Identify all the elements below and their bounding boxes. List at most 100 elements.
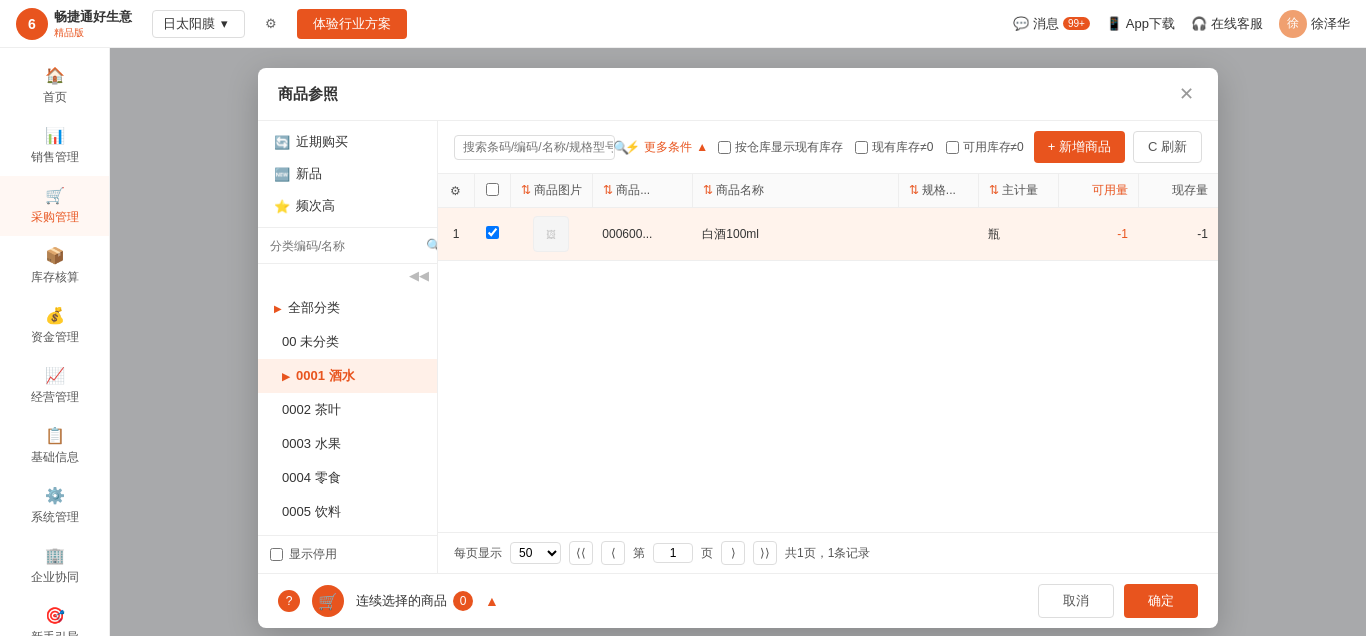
- col-code-header[interactable]: ⇅ 商品...: [592, 174, 692, 208]
- category-search-input[interactable]: [270, 239, 420, 253]
- confirm-button[interactable]: 确定: [1124, 584, 1198, 618]
- category-0003[interactable]: 0003 水果: [258, 427, 437, 461]
- modal-body: 🔄 近期购买 🆕 新品 ⭐ 频次高: [258, 121, 1218, 573]
- sidebar: 🏠 首页 📊 销售管理 🛒 采购管理 📦 库存核算 💰 资金管理 📈 经营管理 …: [0, 48, 110, 636]
- sidebar-item-purchase[interactable]: 🛒 采购管理: [0, 176, 109, 236]
- purchase-icon: 🛒: [45, 186, 65, 205]
- sidebar-item-guide[interactable]: 🎯 新手引导: [0, 596, 109, 636]
- cancel-button[interactable]: 取消: [1038, 584, 1114, 618]
- modal-title: 商品参照: [278, 85, 338, 104]
- sidebar-item-business[interactable]: 📈 经营管理: [0, 356, 109, 416]
- table-header-row: ⚙ ⇅ 商品图片: [438, 174, 1218, 208]
- sort-icon: ⇅: [703, 183, 713, 197]
- total-info: 共1页，1条记录: [785, 545, 870, 562]
- category-0004[interactable]: 0004 零食: [258, 461, 437, 495]
- row-unit: 瓶: [978, 208, 1058, 261]
- product-search-input[interactable]: [463, 140, 613, 154]
- basic-icon: 📋: [45, 426, 65, 445]
- row-name: 白酒100ml: [692, 208, 898, 261]
- frequent-filter[interactable]: ⭐ 频次高: [270, 191, 425, 221]
- search-icon[interactable]: 🔍: [426, 238, 438, 253]
- sidebar-item-enterprise[interactable]: 🏢 企业协同: [0, 536, 109, 596]
- sidebar-item-basic[interactable]: 📋 基础信息: [0, 416, 109, 476]
- category-panel: 🔄 近期购买 🆕 新品 ⭐ 频次高: [258, 121, 438, 573]
- settings-icon[interactable]: ⚙: [257, 10, 285, 38]
- modal-header: 商品参照 ✕: [258, 68, 1218, 121]
- table-row[interactable]: 1 🖼: [438, 208, 1218, 261]
- recent-purchase-filter[interactable]: 🔄 近期购买: [270, 127, 425, 157]
- product-search-box: 🔍: [454, 135, 615, 160]
- show-disabled-label[interactable]: 显示停用: [289, 546, 337, 563]
- settings-icon[interactable]: ⚙: [450, 184, 461, 198]
- filter-icon: ⚡: [625, 140, 640, 154]
- show-disabled-checkbox[interactable]: [270, 548, 283, 561]
- filter-by-warehouse[interactable]: 按仓库显示现有库存: [718, 139, 843, 156]
- online-service-item[interactable]: 🎧 在线客服: [1191, 15, 1263, 33]
- col-avail-header[interactable]: 可用量: [1058, 174, 1138, 208]
- row-checkbox[interactable]: [486, 226, 499, 239]
- col-check-header: [474, 174, 510, 208]
- new-icon: 🆕: [274, 167, 290, 182]
- sidebar-item-finance[interactable]: 💰 资金管理: [0, 296, 109, 356]
- row-avail: -1: [1058, 208, 1138, 261]
- enterprise-icon: 🏢: [45, 546, 65, 565]
- category-all[interactable]: ▶ 全部分类: [258, 291, 437, 325]
- try-solution-button[interactable]: 体验行业方案: [297, 9, 407, 39]
- category-0002[interactable]: 0002 茶叶: [258, 393, 437, 427]
- last-page-button[interactable]: ⟩⟩: [753, 541, 777, 565]
- modal-overlay: 商品参照 ✕ 🔄 近期购买 🆕: [110, 48, 1366, 636]
- home-icon: 🏠: [45, 66, 65, 85]
- nav-selector[interactable]: 日太阳膜 ▾: [152, 10, 245, 38]
- page-suffix-label: 页: [701, 545, 713, 562]
- sidebar-item-label: 基础信息: [31, 449, 79, 466]
- category-0005[interactable]: 0005 饮料: [258, 495, 437, 529]
- col-name-header[interactable]: ⇅ 商品名称: [692, 174, 898, 208]
- new-product-filter[interactable]: 🆕 新品: [270, 159, 425, 189]
- sidebar-item-inventory[interactable]: 📦 库存核算: [0, 236, 109, 296]
- modal-close-button[interactable]: ✕: [1174, 82, 1198, 106]
- col-unit-header[interactable]: ⇅ 主计量: [978, 174, 1058, 208]
- sort-icon: ⇅: [603, 183, 613, 197]
- selected-count-badge: 0: [453, 591, 473, 611]
- filter-available-stock[interactable]: 可用库存≠0: [946, 139, 1024, 156]
- footer-collapse-arrow[interactable]: ▲: [485, 593, 499, 609]
- category-search: 🔍: [258, 228, 437, 264]
- sidebar-item-label: 库存核算: [31, 269, 79, 286]
- sidebar-item-system[interactable]: ⚙️ 系统管理: [0, 476, 109, 536]
- page-size-label: 每页显示: [454, 545, 502, 562]
- continuous-select-info: 连续选择的商品 0: [356, 591, 473, 611]
- app-download-item[interactable]: 📱 App下载: [1106, 15, 1175, 33]
- page-label: 第: [633, 545, 645, 562]
- category-footer: 显示停用: [258, 535, 437, 573]
- page-size-select[interactable]: 50 20 100: [510, 542, 561, 564]
- right-panel: 🔍 ⚡ 更多条件 ▲ 按仓库显示现有库存: [438, 121, 1218, 573]
- col-spec-header[interactable]: ⇅ 规格...: [898, 174, 978, 208]
- product-image: 🖼: [533, 216, 569, 252]
- first-page-button[interactable]: ⟨⟨: [569, 541, 593, 565]
- more-filter-button[interactable]: ⚡ 更多条件 ▲: [625, 139, 708, 156]
- sidebar-item-label: 新手引导: [31, 629, 79, 636]
- filter-existing-stock[interactable]: 现有库存≠0: [855, 139, 933, 156]
- help-button[interactable]: ?: [278, 590, 300, 612]
- messages-item[interactable]: 💬 消息 99+: [1013, 15, 1090, 33]
- row-img-cell: 🖼: [510, 208, 592, 261]
- select-all-checkbox[interactable]: [486, 183, 499, 196]
- product-table: ⚙ ⇅ 商品图片: [438, 174, 1218, 261]
- col-stock-header[interactable]: 现存量: [1138, 174, 1218, 208]
- collapse-button[interactable]: ◀◀: [258, 264, 437, 287]
- refresh-button[interactable]: C 刷新: [1133, 131, 1202, 163]
- prev-page-button[interactable]: ⟨: [601, 541, 625, 565]
- next-page-button[interactable]: ⟩: [721, 541, 745, 565]
- user-profile[interactable]: 徐 徐泽华: [1279, 10, 1350, 38]
- modal-footer: ? 🛒 连续选择的商品 0 ▲ 取消 确定: [258, 573, 1218, 628]
- sidebar-item-home[interactable]: 🏠 首页: [0, 56, 109, 116]
- add-product-button[interactable]: + 新增商品: [1034, 131, 1125, 163]
- sidebar-item-sales[interactable]: 📊 销售管理: [0, 116, 109, 176]
- category-0001[interactable]: ▶ 0001 酒水: [258, 359, 437, 393]
- product-reference-modal: 商品参照 ✕ 🔄 近期购买 🆕: [258, 68, 1218, 628]
- page-input[interactable]: [653, 543, 693, 563]
- cart-button[interactable]: 🛒: [312, 585, 344, 617]
- category-00[interactable]: 00 未分类: [258, 325, 437, 359]
- sidebar-item-label: 首页: [43, 89, 67, 106]
- row-checkbox-cell: [474, 208, 510, 261]
